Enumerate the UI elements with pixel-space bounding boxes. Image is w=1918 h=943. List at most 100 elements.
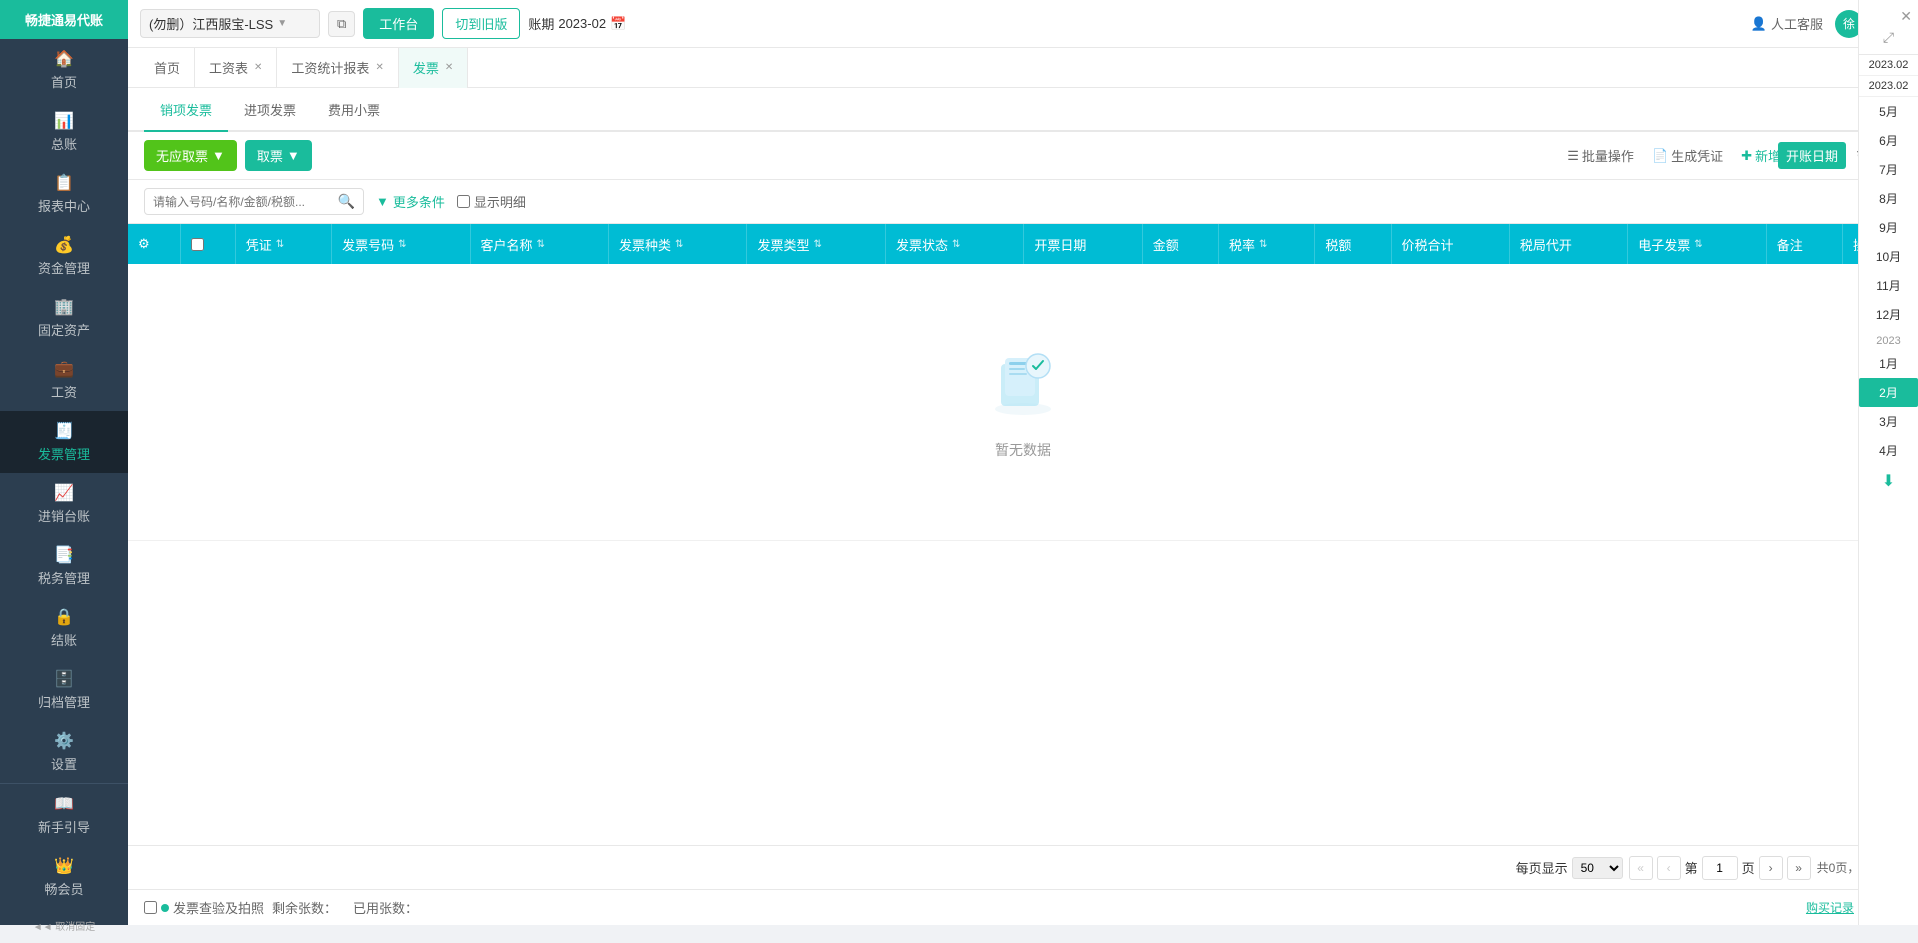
show-detail-checkbox[interactable] [457, 195, 470, 208]
sidebar-item-sales[interactable]: 📈 进销台账 [0, 473, 128, 535]
period-month-7[interactable]: 7月 [1859, 155, 1918, 184]
purchase-record-link[interactable]: 购买记录 [1806, 899, 1854, 916]
sort-customer-icon: ⇅ [537, 239, 545, 250]
sidebar-item-invoice-label: 发票管理 [38, 444, 90, 463]
period-icon[interactable]: 📅 [610, 16, 626, 32]
last-page-button[interactable]: » [1787, 856, 1811, 880]
close-books-icon: 🔒 [54, 607, 74, 627]
period-month-1[interactable]: 1月 [1859, 349, 1918, 378]
sidebar-item-guide-label: 新手引导 [38, 817, 90, 836]
period-month-4[interactable]: 4月 [1859, 436, 1918, 465]
right-panel-header: ✕ ⤢ [1859, 0, 1918, 55]
period-month-6[interactable]: 6月 [1859, 126, 1918, 155]
prev-page-button[interactable]: ‹ [1657, 856, 1681, 880]
sidebar-item-home[interactable]: 🏠 首页 [0, 39, 128, 101]
col-invoice-no[interactable]: 发票号码 ⇅ [332, 224, 470, 264]
next-page-button[interactable]: › [1759, 856, 1783, 880]
select-all-checkbox[interactable] [191, 238, 204, 251]
sidebar-item-tax[interactable]: 📑 税务管理 [0, 535, 128, 597]
period-row-2023-02-top[interactable]: 2023.02 [1859, 55, 1918, 76]
workbench-button[interactable]: 工作台 [363, 8, 434, 39]
search-box[interactable]: 🔍 [144, 188, 364, 215]
invoice-icon: 🧾 [54, 421, 74, 441]
period-month-12[interactable]: 12月 [1859, 300, 1918, 329]
period-month-2[interactable]: 2月 [1859, 378, 1918, 407]
sidebar-item-funds[interactable]: 💰 资金管理 [0, 225, 128, 287]
show-detail-toggle[interactable]: 显示明细 [457, 192, 526, 211]
period-month-9[interactable]: 9月 [1859, 213, 1918, 242]
sidebar-item-assets[interactable]: 🏢 固定资产 [0, 287, 128, 349]
copy-company-button[interactable]: ⧉ [328, 11, 355, 37]
col-voucher[interactable]: 凭证 ⇅ [235, 224, 331, 264]
period-month-8[interactable]: 8月 [1859, 184, 1918, 213]
open-period-button[interactable]: 开账日期 [1778, 142, 1846, 169]
sidebar-item-member[interactable]: 👑 畅会员 [0, 846, 128, 908]
bottom-bar: 发票查验及拍照 剩余张数： 已用张数： 购买记录 去充值 [128, 889, 1918, 925]
page-input[interactable] [1702, 856, 1738, 880]
sidebar-item-settings[interactable]: ⚙️ 设置 [0, 721, 128, 783]
search-input[interactable] [153, 195, 332, 209]
payroll-icon: 💼 [54, 359, 74, 379]
member-icon: 👑 [54, 856, 74, 876]
right-panel-expand-button[interactable]: ⤢ [1881, 27, 1896, 48]
sidebar-item-pin[interactable]: ◄◄ 取消固定 [0, 908, 128, 943]
sidebar: 畅捷通易代账 🏠 首页 📊 总账 📋 报表中心 💰 资金管理 🏢 固定资产 💼 … [0, 0, 128, 925]
col-invoice-status[interactable]: 发票状态 ⇅ [885, 224, 1023, 264]
invoice-check-checkbox[interactable] [144, 901, 157, 914]
page-unit: 页 [1742, 858, 1755, 877]
col-settings[interactable]: ⚙ [128, 224, 180, 264]
more-filters-button[interactable]: ▼ 更多条件 [376, 192, 445, 211]
col-invoice-category[interactable]: 发票类型 ⇅ [747, 224, 885, 264]
sidebar-item-guide[interactable]: 📖 新手引导 [0, 784, 128, 846]
sidebar-item-payroll[interactable]: 💼 工资 [0, 349, 128, 411]
first-page-button[interactable]: « [1629, 856, 1653, 880]
no-tax-button[interactable]: 无应取票 ▼ [144, 140, 237, 171]
generate-cert-button[interactable]: 📄 生成凭证 [1646, 142, 1729, 169]
tab-invoice[interactable]: 发票 ✕ [399, 48, 468, 88]
filter-bar: 🔍 ▼ 更多条件 显示明细 [128, 180, 1918, 224]
right-panel-close-button[interactable]: ✕ [1898, 6, 1914, 27]
sidebar-item-member-label: 畅会员 [44, 879, 83, 898]
scroll-down-area[interactable]: ⬇ [1859, 465, 1918, 497]
sub-tab-purchase[interactable]: 进项发票 [228, 88, 312, 132]
col-e-invoice[interactable]: 电子发票 ⇅ [1628, 224, 1766, 264]
sidebar-bottom: 📖 新手引导 👑 畅会员 ◄◄ 取消固定 [0, 783, 128, 943]
sidebar-item-close[interactable]: 🔒 结账 [0, 597, 128, 659]
col-checkbox[interactable] [180, 224, 235, 264]
sub-tab-expense[interactable]: 费用小票 [312, 88, 396, 132]
col-customer[interactable]: 客户名称 ⇅ [470, 224, 608, 264]
sub-tab-sales[interactable]: 销项发票 [144, 88, 228, 132]
take-ticket-button[interactable]: 取票 ▼ [245, 140, 312, 171]
page-size-selector[interactable]: 每页显示 10 20 50 100 [1516, 857, 1623, 879]
archive-icon: 🗄️ [54, 669, 74, 689]
invoice-check-dot [161, 904, 169, 912]
tab-home[interactable]: 首页 [140, 48, 195, 88]
table-footer: 每页显示 10 20 50 100 « ‹ 第 页 › » [128, 845, 1918, 889]
period-row-2023-02-2[interactable]: 2023.02 [1859, 76, 1918, 97]
tab-invoice-close[interactable]: ✕ [445, 62, 453, 73]
col-invoice-type[interactable]: 发票种类 ⇅ [609, 224, 747, 264]
period-month-3[interactable]: 3月 [1859, 407, 1918, 436]
period-month-10[interactable]: 10月 [1859, 242, 1918, 271]
ledger-icon: 📊 [54, 111, 74, 131]
sidebar-item-invoice[interactable]: 🧾 发票管理 [0, 411, 128, 473]
sort-tax-rate-icon: ⇅ [1259, 239, 1267, 250]
tab-payroll-report-close[interactable]: ✕ [375, 62, 383, 73]
period-month-5[interactable]: 5月 [1859, 97, 1918, 126]
period-month-11[interactable]: 11月 [1859, 271, 1918, 300]
customer-service-button[interactable]: 👤 人工客服 [1751, 14, 1823, 33]
sidebar-item-reports[interactable]: 📋 报表中心 [0, 163, 128, 225]
sidebar-item-archive[interactable]: 🗄️ 归档管理 [0, 659, 128, 721]
switch-version-button[interactable]: 切到旧版 [442, 8, 520, 39]
empty-icon [983, 344, 1063, 424]
batch-op-button[interactable]: ☰ 批量操作 [1561, 142, 1640, 169]
col-tax-rate[interactable]: 税率 ⇅ [1219, 224, 1315, 264]
invoice-check-toggle[interactable]: 发票查验及拍照 [144, 898, 264, 917]
settings-icon: ⚙️ [54, 731, 74, 751]
tab-payroll[interactable]: 工资表 ✕ [195, 48, 277, 88]
sidebar-item-ledger[interactable]: 📊 总账 [0, 101, 128, 163]
page-size-select[interactable]: 10 20 50 100 [1572, 857, 1623, 879]
company-selector[interactable]: (勿删）江西服宝-LSS ▼ [140, 9, 320, 38]
tab-payroll-close[interactable]: ✕ [254, 62, 262, 73]
tab-payroll-report[interactable]: 工资统计报表 ✕ [277, 48, 398, 88]
